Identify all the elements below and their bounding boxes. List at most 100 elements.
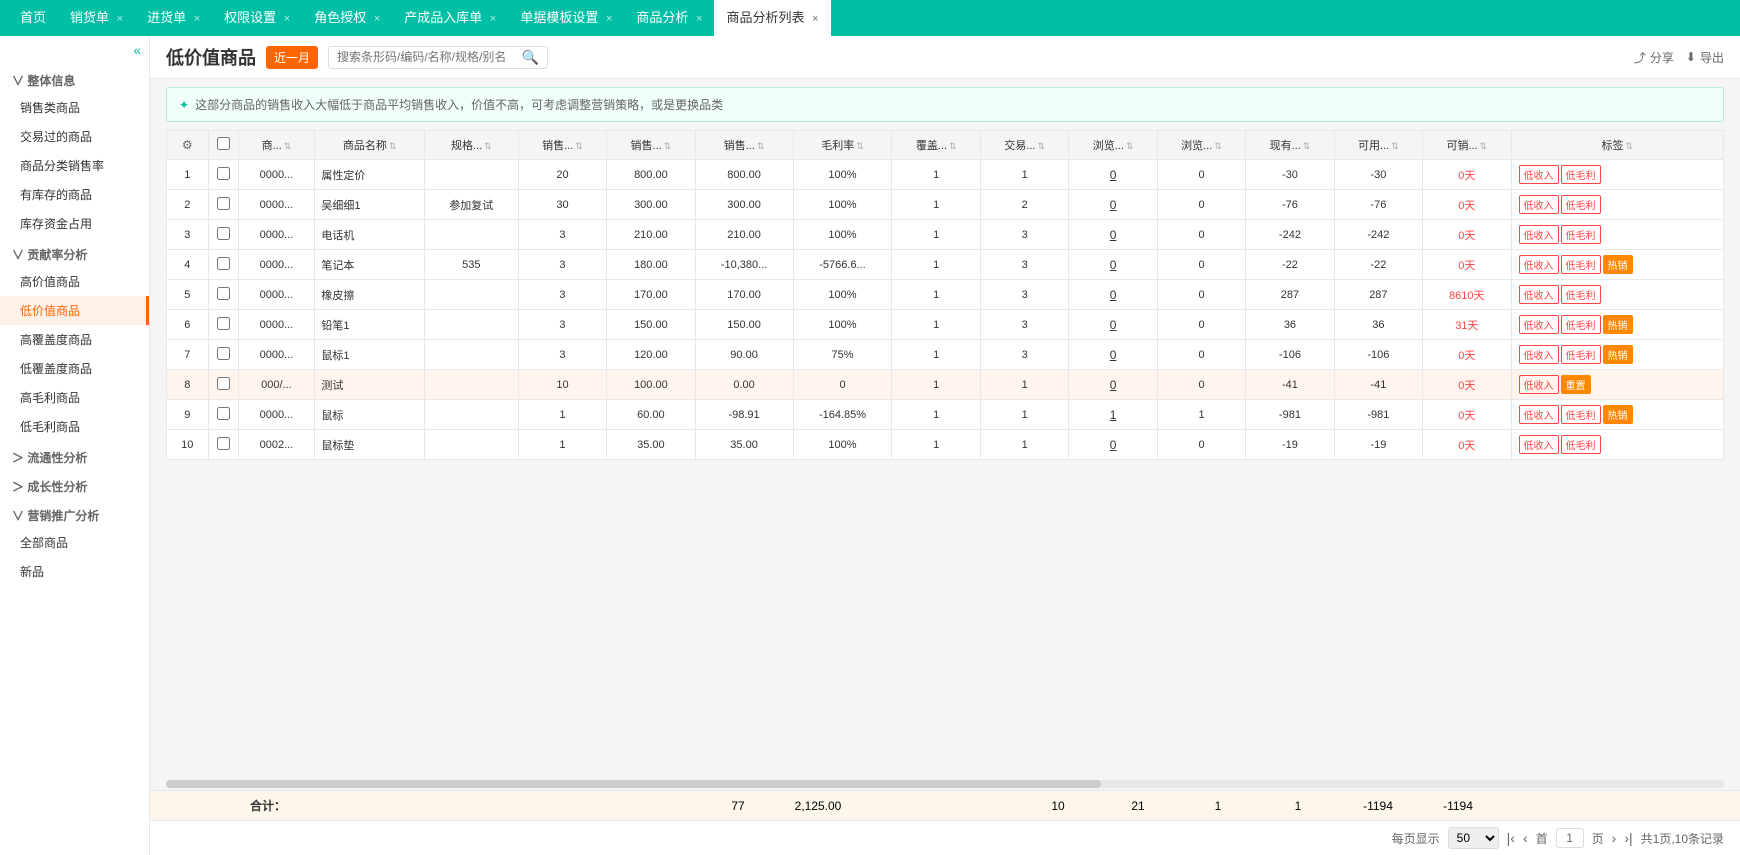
col-stock3[interactable]: 可销...⇅ [1423, 131, 1511, 160]
cell-check[interactable] [208, 310, 238, 340]
cell-check[interactable] [208, 190, 238, 220]
sidebar-group-growth[interactable]: ＞ 成长性分析 [0, 470, 149, 499]
sidebar-item-new-goods[interactable]: 新品 [0, 557, 149, 586]
cell-browse1[interactable]: 0 [1069, 430, 1157, 460]
sidebar-group-flow[interactable]: ＞ 流通性分析 [0, 441, 149, 470]
cell-browse1[interactable]: 0 [1069, 160, 1157, 190]
col-name[interactable]: 商品名称⇅ [315, 131, 425, 160]
cell-browse1[interactable]: 0 [1069, 190, 1157, 220]
nav-purchase[interactable]: 进货单 × [135, 0, 212, 36]
browse1-link[interactable]: 0 [1110, 438, 1117, 452]
cell-browse1[interactable]: 0 [1069, 310, 1157, 340]
row-checkbox[interactable] [217, 257, 230, 270]
cell-check[interactable] [208, 220, 238, 250]
sidebar-item-high-margin[interactable]: 高毛利商品 [0, 383, 149, 412]
browse1-link[interactable]: 0 [1110, 228, 1117, 242]
next-page-btn[interactable]: › [1612, 830, 1617, 846]
sidebar-item-high-coverage[interactable]: 高覆盖度商品 [0, 325, 149, 354]
nav-role[interactable]: 角色授权 × [302, 0, 392, 36]
col-tags[interactable]: 标签⇅ [1511, 131, 1723, 160]
browse1-link[interactable]: 1 [1110, 408, 1117, 422]
sidebar-item-high-value[interactable]: 高价值商品 [0, 267, 149, 296]
col-code[interactable]: 商...⇅ [238, 131, 315, 160]
select-all-checkbox[interactable] [217, 137, 230, 150]
cell-check[interactable] [208, 340, 238, 370]
prev-page-btn[interactable]: ‹ [1523, 830, 1528, 846]
row-checkbox[interactable] [217, 167, 230, 180]
period-button[interactable]: 近一月 [266, 46, 318, 69]
nav-product-analysis-close[interactable]: × [696, 13, 702, 25]
share-button[interactable]: ⤴ 分享 [1634, 49, 1674, 66]
cell-browse1[interactable]: 1 [1069, 400, 1157, 430]
cell-check[interactable] [208, 370, 238, 400]
col-coverage[interactable]: 覆盖...⇅ [892, 131, 980, 160]
sidebar-item-sales-goods[interactable]: 销售类商品 [0, 93, 149, 122]
cell-check[interactable] [208, 250, 238, 280]
nav-product-analysis-list[interactable]: 商品分析列表 × [714, 0, 830, 36]
cell-check[interactable] [208, 160, 238, 190]
last-page-btn[interactable]: ›| [1624, 830, 1632, 846]
scroll-bar-area[interactable] [150, 778, 1740, 790]
search-icon[interactable]: 🔍 [522, 49, 539, 66]
col-browse1[interactable]: 浏览...⇅ [1069, 131, 1157, 160]
browse1-link[interactable]: 0 [1110, 168, 1117, 182]
cell-check[interactable] [208, 280, 238, 310]
export-button[interactable]: ⬇ 导出 [1686, 49, 1724, 66]
nav-permission-close[interactable]: × [284, 13, 290, 25]
nav-sales[interactable]: 销货单 × [58, 0, 135, 36]
cell-browse1[interactable]: 0 [1069, 250, 1157, 280]
col-checkbox[interactable] [208, 131, 238, 160]
row-checkbox[interactable] [217, 197, 230, 210]
sidebar-item-low-margin[interactable]: 低毛利商品 [0, 412, 149, 441]
col-settings[interactable]: ⚙ [167, 131, 209, 160]
sidebar-item-traded-goods[interactable]: 交易过的商品 [0, 122, 149, 151]
row-checkbox[interactable] [217, 407, 230, 420]
browse1-link[interactable]: 0 [1110, 198, 1117, 212]
sidebar-item-low-value[interactable]: 低价值商品 [0, 296, 149, 325]
browse1-link[interactable]: 0 [1110, 258, 1117, 272]
nav-role-close[interactable]: × [374, 13, 380, 25]
row-checkbox[interactable] [217, 227, 230, 240]
nav-sales-close[interactable]: × [117, 13, 123, 25]
nav-product-analysis[interactable]: 商品分析 × [624, 0, 714, 36]
nav-purchase-close[interactable]: × [194, 13, 200, 25]
cell-check[interactable] [208, 430, 238, 460]
col-spec[interactable]: 规格...⇅ [424, 131, 518, 160]
nav-product-analysis-list-close[interactable]: × [812, 13, 818, 25]
row-checkbox[interactable] [217, 437, 230, 450]
browse1-link[interactable]: 0 [1110, 378, 1117, 392]
sidebar-item-stock-goods[interactable]: 有库存的商品 [0, 180, 149, 209]
col-stock2[interactable]: 可用...⇅ [1334, 131, 1422, 160]
search-input[interactable] [337, 50, 518, 64]
col-browse2[interactable]: 浏览...⇅ [1157, 131, 1245, 160]
cell-browse1[interactable]: 0 [1069, 370, 1157, 400]
cell-check[interactable] [208, 400, 238, 430]
browse1-link[interactable]: 0 [1110, 348, 1117, 362]
col-trade[interactable]: 交易...⇅ [980, 131, 1068, 160]
col-sales-amount[interactable]: 销售...⇅ [695, 131, 793, 160]
row-checkbox[interactable] [217, 287, 230, 300]
nav-product-storage-close[interactable]: × [490, 13, 496, 25]
sidebar-item-low-coverage[interactable]: 低覆盖度商品 [0, 354, 149, 383]
col-gross-rate[interactable]: 毛利率⇅ [793, 131, 892, 160]
sidebar-item-all-goods[interactable]: 全部商品 [0, 528, 149, 557]
sidebar-item-category-rate[interactable]: 商品分类销售率 [0, 151, 149, 180]
sidebar-collapse-btn[interactable]: « [133, 42, 141, 58]
first-page-btn[interactable]: |‹ [1507, 830, 1515, 846]
col-sales-price[interactable]: 销售...⇅ [607, 131, 695, 160]
browse1-link[interactable]: 0 [1110, 318, 1117, 332]
current-page[interactable]: 1 [1556, 828, 1584, 848]
sidebar-item-capital[interactable]: 库存资金占用 [0, 209, 149, 238]
nav-product-storage[interactable]: 产成品入库单 × [392, 0, 508, 36]
col-stock1[interactable]: 现有...⇅ [1246, 131, 1334, 160]
nav-template[interactable]: 单据模板设置 × [508, 0, 624, 36]
row-checkbox[interactable] [217, 317, 230, 330]
row-checkbox[interactable] [217, 347, 230, 360]
nav-home[interactable]: 首页 [8, 0, 58, 36]
nav-template-close[interactable]: × [606, 13, 612, 25]
nav-permission[interactable]: 权限设置 × [212, 0, 302, 36]
browse1-link[interactable]: 0 [1110, 288, 1117, 302]
row-checkbox[interactable] [217, 377, 230, 390]
cell-browse1[interactable]: 0 [1069, 340, 1157, 370]
col-sales-qty[interactable]: 销售...⇅ [518, 131, 606, 160]
